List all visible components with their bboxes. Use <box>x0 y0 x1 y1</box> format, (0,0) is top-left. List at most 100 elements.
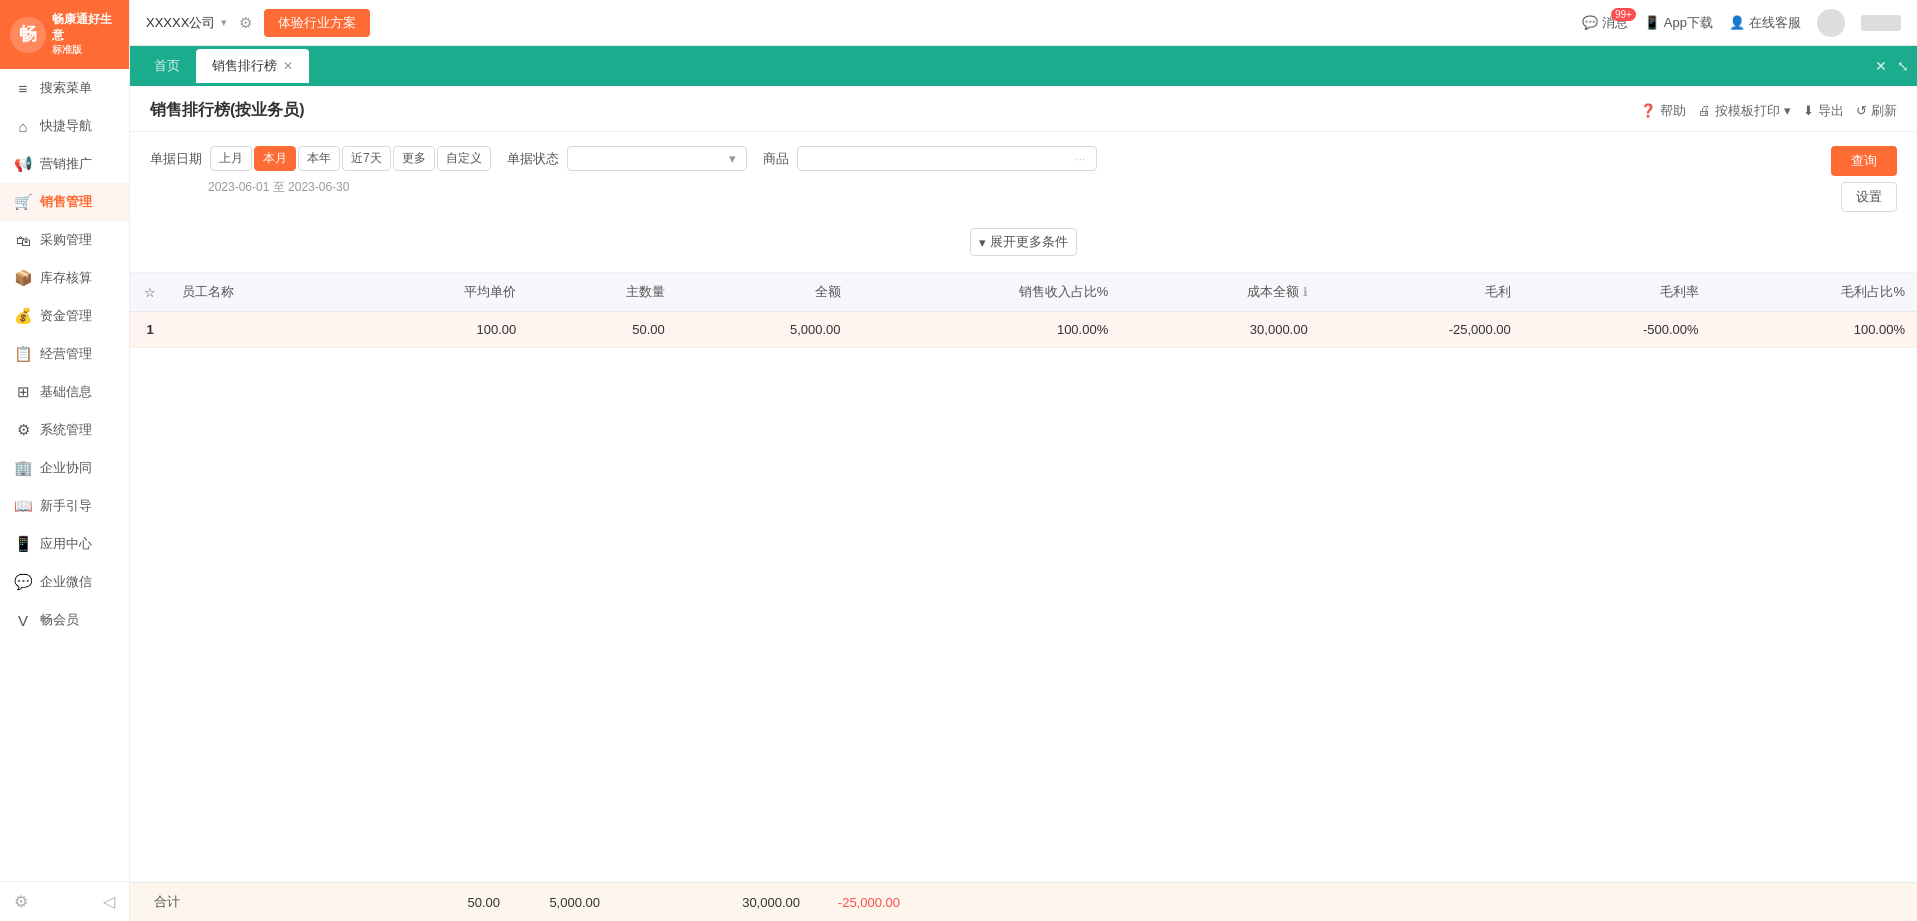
print-icon: 🖨 <box>1698 103 1711 118</box>
col-rank: ☆ <box>130 273 170 312</box>
sidebar-logo: 畅 畅康通好生意 标准版 <box>0 0 129 69</box>
refresh-button[interactable]: ↺ 刷新 <box>1856 102 1897 120</box>
settings-button[interactable]: 设置 <box>1841 182 1897 212</box>
sidebar-item-quick-nav[interactable]: ⌂ 快捷导航 <box>0 107 129 145</box>
date-tab-custom[interactable]: 自定义 <box>437 146 491 171</box>
sidebar-item-marketing[interactable]: 📢 营销推广 <box>0 145 129 183</box>
settings-icon[interactable]: ⚙ <box>14 892 28 911</box>
message-button[interactable]: 💬 消息 99+ <box>1582 14 1628 32</box>
logo-name: 畅康通好生意 <box>52 12 119 43</box>
sidebar-item-label: 系统管理 <box>40 421 92 439</box>
sidebar-item-inventory[interactable]: 📦 库存核算 <box>0 259 129 297</box>
sidebar-item-label: 企业协同 <box>40 459 92 477</box>
trial-button[interactable]: 体验行业方案 <box>264 9 370 37</box>
sidebar-item-label: 资金管理 <box>40 307 92 325</box>
sidebar-item-label: 经营管理 <box>40 345 92 363</box>
date-range-display: 2023-06-01 至 2023-06-30 <box>150 179 491 196</box>
filter-top-row: 单据日期 上月 本月 本年 近7天 更多 自定义 2023-06-01 至 20… <box>150 146 1897 212</box>
export-button[interactable]: ⬇ 导出 <box>1803 102 1844 120</box>
export-label: 导出 <box>1818 102 1844 120</box>
col-profit: 毛利 <box>1320 273 1523 312</box>
collapse-sidebar-icon[interactable]: ◁ <box>103 892 115 911</box>
sidebar-item-label: 基础信息 <box>40 383 92 401</box>
sidebar-item-enterprise[interactable]: 🏢 企业协同 <box>0 449 129 487</box>
date-label: 单据日期 <box>150 150 202 168</box>
table-body: 1 100.00 50.00 5,000.00 100.00% 30,000.0… <box>130 312 1917 348</box>
marketing-icon: 📢 <box>14 155 32 173</box>
sidebar-item-operations[interactable]: 📋 经营管理 <box>0 335 129 373</box>
content-area: 销售排行榜(按业务员) ❓ 帮助 🖨 按模板打印 ▾ ⬇ 导出 <box>130 86 1917 921</box>
help-button[interactable]: ❓ 帮助 <box>1640 102 1686 120</box>
col-avg-price: 平均单价 <box>349 273 528 312</box>
goods-select-dots-icon: ··· <box>1075 151 1086 166</box>
date-tab-last-month[interactable]: 上月 <box>210 146 252 171</box>
date-tab-this-month[interactable]: 本月 <box>254 146 296 171</box>
sidebar-item-guide[interactable]: 📖 新手引导 <box>0 487 129 525</box>
sidebar-item-system[interactable]: ⚙ 系统管理 <box>0 411 129 449</box>
date-tab-more[interactable]: 更多 <box>393 146 435 171</box>
topbar-right: 💬 消息 99+ 📱 App下载 👤 在线客服 <box>1582 9 1901 37</box>
cell-qty: 50.00 <box>528 312 676 348</box>
tab-home[interactable]: 首页 <box>138 49 196 83</box>
query-button[interactable]: 查询 <box>1831 146 1897 176</box>
home-icon: ⌂ <box>14 118 32 135</box>
service-label: 在线客服 <box>1749 14 1801 32</box>
export-icon: ⬇ <box>1803 103 1814 118</box>
col-cost: 成本全额 ℹ <box>1120 273 1319 312</box>
status-select-arrow-icon: ▾ <box>729 151 736 166</box>
tab-sales-rank-label: 销售排行榜 <box>212 57 277 75</box>
sidebar-item-basic[interactable]: ⊞ 基础信息 <box>0 373 129 411</box>
sidebar-item-label: 搜索菜单 <box>40 79 92 97</box>
guide-icon: 📖 <box>14 497 32 515</box>
sidebar-item-search[interactable]: ≡ 搜索菜单 <box>0 69 129 107</box>
cell-profit: -25,000.00 <box>1320 312 1523 348</box>
print-button[interactable]: 🖨 按模板打印 ▾ <box>1698 102 1791 120</box>
expand-more-button[interactable]: ▾ 展开更多条件 <box>970 228 1077 256</box>
tab-sales-rank[interactable]: 销售排行榜 ✕ <box>196 49 309 83</box>
company-selector[interactable]: XXXXX公司 ▾ <box>146 14 227 32</box>
close-tab-icon[interactable]: ✕ <box>1875 58 1887 74</box>
system-icon: ⚙ <box>14 421 32 439</box>
tab-home-label: 首页 <box>154 57 180 75</box>
sidebar-item-wechat[interactable]: 💬 企业微信 <box>0 563 129 601</box>
date-tab-this-year[interactable]: 本年 <box>298 146 340 171</box>
expand-tab-icon[interactable]: ⤡ <box>1897 58 1909 74</box>
goods-select[interactable]: ··· <box>797 146 1097 171</box>
sidebar-item-sales[interactable]: 🛒 销售管理 <box>0 183 129 221</box>
tab-bar: 首页 销售排行榜 ✕ ✕ ⤡ <box>130 46 1917 86</box>
sidebar-item-purchase[interactable]: 🛍 采购管理 <box>0 221 129 259</box>
footer-profit: -25,000.00 <box>812 895 912 910</box>
username-label <box>1861 15 1901 31</box>
status-select[interactable]: ▾ <box>567 146 747 171</box>
main-area: XXXXX公司 ▾ ⚙ 体验行业方案 💬 消息 99+ 📱 App下载 👤 在线… <box>130 0 1917 921</box>
service-icon: 👤 <box>1729 15 1745 30</box>
sidebar-item-label: 营销推广 <box>40 155 92 173</box>
page-actions: ❓ 帮助 🖨 按模板打印 ▾ ⬇ 导出 ↺ 刷新 <box>1640 102 1897 120</box>
cell-cost: 30,000.00 <box>1120 312 1319 348</box>
app-download-link[interactable]: 📱 App下载 <box>1644 14 1713 32</box>
tab-bar-actions: ✕ ⤡ <box>1875 58 1909 74</box>
data-table: ☆ 员工名称 平均单价 主数量 全额 销售收入占比% 成本全额 ℹ 毛利 毛利率 <box>130 273 1917 348</box>
tab-close-icon[interactable]: ✕ <box>283 59 293 73</box>
date-tab-7days[interactable]: 近7天 <box>342 146 391 171</box>
gear-icon[interactable]: ⚙ <box>239 14 252 32</box>
filter-actions: 查询 设置 <box>1831 146 1897 212</box>
table-row: 1 100.00 50.00 5,000.00 100.00% 30,000.0… <box>130 312 1917 348</box>
col-qty: 主数量 <box>528 273 676 312</box>
footer-qty: 50.00 <box>432 895 512 910</box>
operations-icon: 📋 <box>14 345 32 363</box>
date-tabs: 上月 本月 本年 近7天 更多 自定义 <box>210 146 491 171</box>
status-filter-block: 单据状态 ▾ <box>507 146 747 171</box>
cost-info-icon: ℹ <box>1303 285 1308 299</box>
sidebar-item-label: 快捷导航 <box>40 117 92 135</box>
sidebar-item-apps[interactable]: 📱 应用中心 <box>0 525 129 563</box>
cell-profit-pct: 100.00% <box>1711 312 1917 348</box>
sidebar-item-vip[interactable]: V 畅会员 <box>0 601 129 639</box>
help-icon: ❓ <box>1640 103 1656 118</box>
avatar[interactable] <box>1817 9 1845 37</box>
online-service-link[interactable]: 👤 在线客服 <box>1729 14 1801 32</box>
expand-label: 展开更多条件 <box>990 233 1068 251</box>
topbar: XXXXX公司 ▾ ⚙ 体验行业方案 💬 消息 99+ 📱 App下载 👤 在线… <box>130 0 1917 46</box>
apps-icon: 📱 <box>14 535 32 553</box>
sidebar-item-finance[interactable]: 💰 资金管理 <box>0 297 129 335</box>
